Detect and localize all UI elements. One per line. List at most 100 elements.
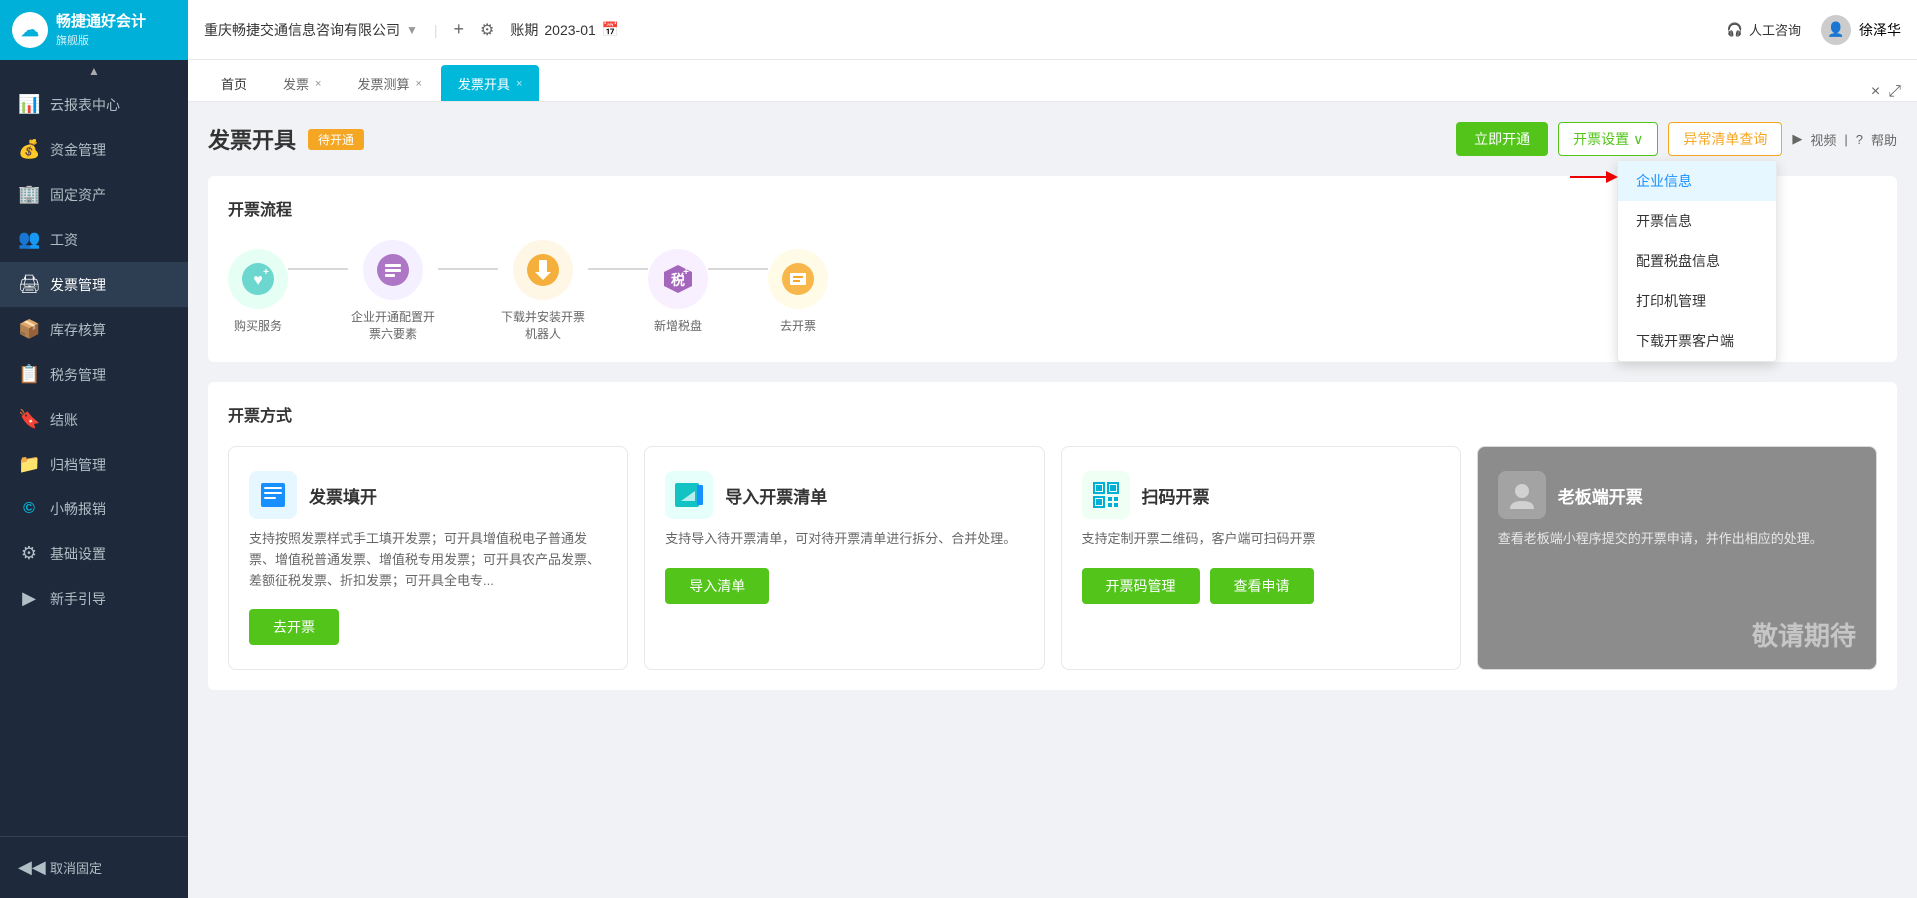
- flow-step-go-invoice: 去开票: [768, 249, 828, 334]
- account-period-label: 账期: [510, 20, 538, 40]
- topbar-add-button[interactable]: +: [454, 19, 465, 40]
- main-container: 重庆畅捷交通信息咨询有限公司 ▼ | + ⚙ 账期 2023-01 📅 🎧 人工…: [188, 0, 1917, 898]
- sidebar-item-settlement[interactable]: 🔖 结账: [0, 397, 188, 442]
- headset-icon: 🎧: [1727, 22, 1743, 38]
- sidebar-item-fund-mgmt[interactable]: 💰 资金管理: [0, 127, 188, 172]
- svg-text:+: +: [683, 267, 689, 278]
- sidebar-logo: ☁ 畅捷通好会计 旗舰版: [0, 0, 188, 60]
- dropdown-item-company-info[interactable]: 企业信息: [1618, 161, 1776, 201]
- tab-home[interactable]: 首页: [204, 65, 264, 101]
- page-title-area: 发票开具 待开通: [208, 123, 364, 155]
- step-download-install-icon: [513, 240, 573, 300]
- sidebar-item-payroll[interactable]: 👥 工资: [0, 217, 188, 262]
- company-selector[interactable]: 重庆畅捷交通信息咨询有限公司 ▼: [204, 20, 418, 40]
- sidebar-label-settlement: 结账: [50, 410, 78, 430]
- divider-help: |: [1844, 132, 1847, 147]
- sidebar-item-new-guide[interactable]: ▶ 新手引导: [0, 576, 188, 621]
- video-label: 视频: [1810, 130, 1836, 149]
- step-connector-2: [438, 268, 498, 270]
- account-period: 账期 2023-01 📅: [510, 20, 619, 40]
- logo-text-block: 畅捷通好会计 旗舰版: [56, 12, 146, 48]
- exception-button[interactable]: 异常清单查询: [1668, 122, 1782, 156]
- step-go-invoice-icon: [768, 249, 828, 309]
- tab-invoice-calc[interactable]: 发票测算 ×: [340, 65, 438, 101]
- dropdown-item-download-client[interactable]: 下载开票客户端: [1618, 321, 1776, 361]
- scan-code-mgmt-button[interactable]: 开票码管理: [1082, 568, 1200, 604]
- sidebar-scroll-up[interactable]: ▲: [0, 60, 188, 82]
- sidebar-item-xiao-report[interactable]: © 小畅报销: [0, 487, 188, 531]
- sidebar-label-cancel-fixed: 取消固定: [50, 858, 102, 877]
- tabs-bar: 首页 发票 × 发票测算 × 发票开具 × × ⤢: [188, 60, 1917, 102]
- manual-fill-go-button[interactable]: 去开票: [249, 609, 339, 645]
- tab-invoice-issue[interactable]: 发票开具 ×: [441, 65, 539, 101]
- sidebar-item-cloud-report[interactable]: 📊 云报表中心: [0, 82, 188, 127]
- method-import-btn-area: 导入清单: [665, 568, 1023, 604]
- method-boss-header: 老板端开票: [1498, 471, 1856, 519]
- xiao-report-icon: ©: [18, 500, 40, 518]
- sidebar-label-payroll: 工资: [50, 230, 78, 250]
- sidebar-label-basic-settings: 基础设置: [50, 544, 106, 564]
- sidebar-label-fund-mgmt: 资金管理: [50, 140, 106, 160]
- help-area[interactable]: ▶ 视频 | ? 帮助: [1792, 130, 1897, 149]
- method-scan-btn-area: 开票码管理 查看申请: [1082, 568, 1440, 604]
- fixed-assets-icon: 🏢: [18, 184, 40, 205]
- tab-invoice-label: 发票: [283, 74, 309, 93]
- flow-step-buy-service: ♥ + 购买服务: [228, 249, 288, 334]
- sidebar-item-archive-mgmt[interactable]: 📁 归档管理: [0, 442, 188, 487]
- sidebar-item-inventory[interactable]: 📦 库存核算: [0, 307, 188, 352]
- play-icon: ▶: [1792, 131, 1802, 147]
- dropdown-item-printer-mgmt[interactable]: 打印机管理: [1618, 281, 1776, 321]
- tab-invoice-issue-close[interactable]: ×: [516, 78, 522, 90]
- sidebar-label-archive-mgmt: 归档管理: [50, 455, 106, 475]
- calendar-icon[interactable]: 📅: [602, 21, 619, 38]
- import-list-button[interactable]: 导入清单: [665, 568, 769, 604]
- tab-invoice-close[interactable]: ×: [315, 78, 321, 90]
- method-card-boss-invoice: 老板端开票 查看老板端小程序提交的开票申请，并作出相应的处理。 敬请期待: [1477, 446, 1877, 670]
- sidebar-item-fixed-assets[interactable]: 🏢 固定资产: [0, 172, 188, 217]
- user-info[interactable]: 👤 徐泽华: [1821, 15, 1901, 45]
- sidebar-label-fixed-assets: 固定资产: [50, 185, 106, 205]
- dropdown-item-invoice-info[interactable]: 开票信息: [1618, 201, 1776, 241]
- logo-sub: 旗舰版: [56, 32, 146, 48]
- logo-icon: ☁: [12, 12, 48, 48]
- method-scan-title: 扫码开票: [1142, 483, 1210, 508]
- window-expand-button[interactable]: ⤢: [1888, 83, 1901, 101]
- content-area: 发票开具 待开通 立即开通 开票设置 ∨ 异常清单查询 ▶ 视频 | ? 帮助: [188, 102, 1917, 898]
- header-actions: 立即开通 开票设置 ∨ 异常清单查询 ▶ 视频 | ? 帮助: [1456, 122, 1897, 156]
- tab-invoice-calc-close[interactable]: ×: [415, 78, 421, 90]
- activate-button[interactable]: 立即开通: [1456, 122, 1548, 156]
- service-label: 人工咨询: [1749, 20, 1801, 39]
- sidebar-item-invoice-mgmt[interactable]: 🖨 发票管理: [0, 262, 188, 307]
- sidebar-item-cancel-fixed[interactable]: ◀◀ 取消固定: [0, 845, 188, 890]
- service-button[interactable]: 🎧 人工咨询: [1727, 20, 1801, 39]
- topbar-settings-icon[interactable]: ⚙: [480, 20, 494, 40]
- settings-button[interactable]: 开票设置 ∨: [1558, 122, 1658, 156]
- settings-btn-label: 开票设置: [1573, 129, 1629, 149]
- sidebar-item-basic-settings[interactable]: ⚙ 基础设置: [0, 531, 188, 576]
- invoice-mgmt-icon: 🖨: [18, 274, 40, 295]
- method-manual-desc: 支持按照发票样式手工填开发票；可开具增值税电子普通发票、增值税普通发票、增值税专…: [249, 529, 607, 591]
- sidebar-item-tax-mgmt[interactable]: 📋 税务管理: [0, 352, 188, 397]
- sidebar-label-tax-mgmt: 税务管理: [50, 365, 106, 385]
- method-card-manual-fill: 发票填开 支持按照发票样式手工填开发票；可开具增值税电子普通发票、增值税普通发票…: [228, 446, 628, 670]
- window-close-button[interactable]: ×: [1871, 83, 1880, 101]
- tab-invoice[interactable]: 发票 ×: [266, 65, 338, 101]
- user-icon: 👤: [1827, 21, 1844, 38]
- method-boss-desc: 查看老板端小程序提交的开票申请，并作出相应的处理。: [1498, 529, 1856, 550]
- step-configure-icon: [363, 240, 423, 300]
- status-badge: 待开通: [308, 129, 364, 150]
- method-scan-desc: 支持定制开票二维码，客户端可扫码开票: [1082, 529, 1440, 550]
- dropdown-item-tax-disk-config[interactable]: 配置税盘信息: [1618, 241, 1776, 281]
- account-period-value: 2023-01: [544, 22, 595, 38]
- help-icon: ?: [1856, 132, 1863, 147]
- settings-chevron-icon: ∨: [1633, 131, 1643, 148]
- sidebar-bottom: ◀◀ 取消固定: [0, 836, 188, 898]
- flow-step-configure: 企业开通配置开票六要素: [348, 240, 438, 342]
- new-guide-icon: ▶: [18, 588, 40, 609]
- methods-section-title: 开票方式: [228, 402, 1877, 426]
- scan-view-apply-button[interactable]: 查看申请: [1210, 568, 1314, 604]
- step-buy-service-label: 购买服务: [234, 317, 282, 334]
- tax-mgmt-icon: 📋: [18, 364, 40, 385]
- avatar: 👤: [1821, 15, 1851, 45]
- method-manual-btn-area: 去开票: [249, 609, 607, 645]
